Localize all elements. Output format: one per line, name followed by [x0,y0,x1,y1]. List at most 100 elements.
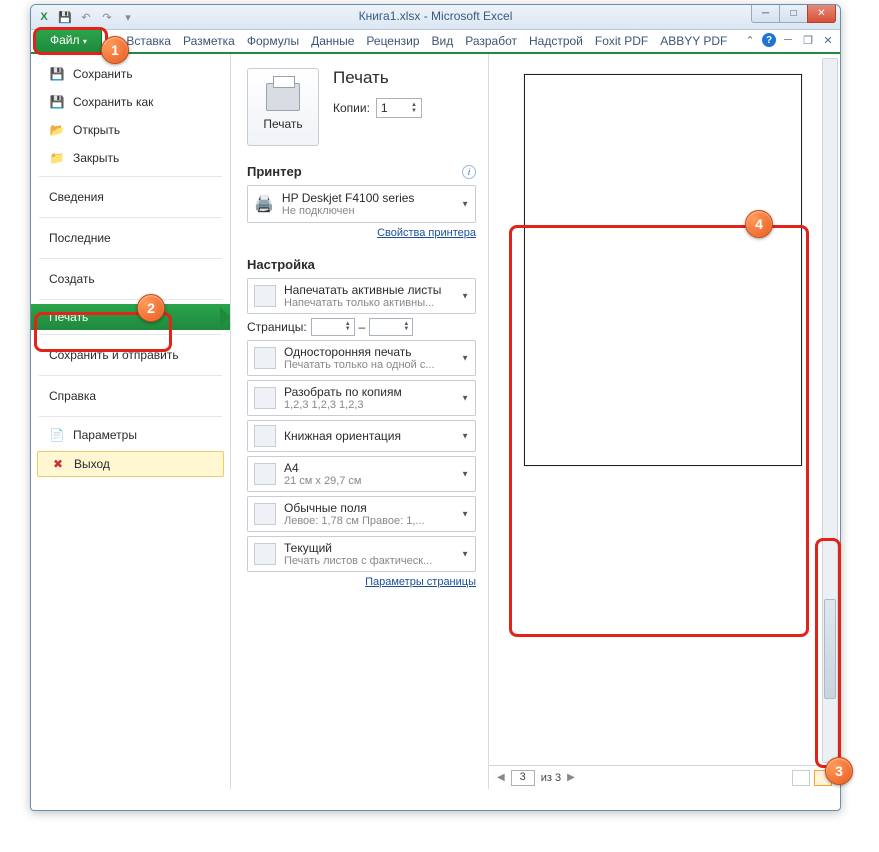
nav-close[interactable]: 📁Закрыть [31,144,230,172]
margins-icon [254,503,276,525]
info-icon[interactable]: i [462,165,476,179]
next-page-button[interactable]: ▶ [567,772,575,783]
page-setup-link[interactable]: Параметры страницы [247,576,476,588]
options-icon: 📄 [49,427,65,443]
pages-range: Страницы: ▲▼ – ▲▼ [247,318,476,336]
page-single-icon [254,347,276,369]
folder-open-icon: 📂 [49,122,65,138]
pages-label: Страницы: [247,320,307,334]
doc-close-icon[interactable]: ✕ [820,32,836,48]
qat-more-icon[interactable]: ▾ [119,8,137,26]
vertical-scrollbar[interactable] [822,58,838,763]
app-window: X 💾 ↶ ↷ ▾ Книга1.xlsx - Microsoft Excel … [30,4,841,811]
collate-icon [254,387,276,409]
chevron-down-icon: ▼ [461,470,469,479]
ribbon-tabs: Файл ▾ я Вставка Разметка Формулы Данные… [31,30,840,54]
setting-margins[interactable]: Обычные поляЛевое: 1,78 см Правое: 1,...… [247,496,476,532]
save-icon[interactable]: 💾 [56,8,74,26]
redo-icon[interactable]: ↷ [98,8,116,26]
close-button[interactable]: ✕ [807,5,836,23]
print-heading: Печать [333,68,422,88]
nav-open[interactable]: 📂Открыть [31,116,230,144]
chevron-down-icon: ▼ [461,550,469,559]
show-margins-button[interactable] [792,770,810,786]
page-total-label: из 3 [541,772,561,784]
nav-options[interactable]: 📄Параметры [31,421,230,449]
print-settings-column: Печать Печать Копии: 1 ▲▼ Принтер i [231,54,489,789]
setting-scaling[interactable]: ТекущийПечать листов с фактическ... ▼ [247,536,476,572]
preview-status-bar: ◀ 3 из 3 ▶ [489,765,840,789]
pages-to-input[interactable]: ▲▼ [369,318,413,336]
tab-developer[interactable]: Разработ [459,30,523,52]
chevron-down-icon: ▼ [461,432,469,441]
nav-print[interactable]: Печать [31,304,230,330]
nav-save-as[interactable]: 💾Сохранить как [31,88,230,116]
folder-close-icon: 📁 [49,150,65,166]
pages-from-input[interactable]: ▲▼ [311,318,355,336]
excel-icon: X [35,8,53,26]
prev-page-button[interactable]: ◀ [497,772,505,783]
tab-data[interactable]: Данные [305,30,360,52]
copies-spinner[interactable]: 1 ▲▼ [376,98,422,118]
window-buttons: ─ □ ✕ [752,5,836,23]
doc-minimize-icon[interactable]: ─ [780,32,796,48]
nav-send-share[interactable]: Сохранить и отправить [31,339,230,371]
nav-info[interactable]: Сведения [31,181,230,213]
ribbon-minimize-icon[interactable]: ⌃ [742,32,758,48]
pages-dash: – [359,320,366,334]
tab-formulas[interactable]: Формулы [241,30,305,52]
save-icon: 💾 [49,66,65,82]
file-tab[interactable]: Файл ▾ [35,29,102,52]
print-preview: ◀ 3 из 3 ▶ [489,54,840,789]
spinner-arrows-icon[interactable]: ▲▼ [411,102,417,114]
tab-layout[interactable]: Разметка [177,30,241,52]
printer-name: HP Deskjet F4100 series [282,191,415,205]
print-button-label: Печать [263,117,302,131]
nav-new[interactable]: Создать [31,263,230,295]
chevron-down-icon: ▼ [461,510,469,519]
filename: Книга1.xlsx [359,9,421,23]
printer-properties-link[interactable]: Свойства принтера [247,227,476,239]
settings-section-head: Настройка [247,257,315,272]
callout-bubble-1: 1 [101,36,129,64]
nav-save[interactable]: 💾Сохранить [31,60,230,88]
maximize-button[interactable]: □ [779,5,808,23]
setting-print-what[interactable]: Напечатать активные листыНапечатать толь… [247,278,476,314]
chevron-down-icon: ▼ [461,200,469,209]
help-icon[interactable]: ? [762,33,776,47]
saveas-icon: 💾 [49,94,65,110]
printer-section-head: Принтер [247,164,302,179]
paper-icon [254,463,276,485]
doc-restore-icon[interactable]: ❐ [800,32,816,48]
printer-icon [266,83,300,111]
nav-recent[interactable]: Последние [31,222,230,254]
backstage: 💾Сохранить 💾Сохранить как 📂Открыть 📁Закр… [31,54,840,789]
callout-bubble-2: 2 [137,294,165,322]
minimize-button[interactable]: ─ [751,5,780,23]
printer-dropdown[interactable]: 🖨️ HP Deskjet F4100 series Не подключен … [247,185,476,223]
print-button[interactable]: Печать [247,68,319,146]
sheets-icon [254,285,276,307]
setting-sides[interactable]: Односторонняя печатьПечатать только на о… [247,340,476,376]
setting-collate[interactable]: Разобрать по копиям1,2,3 1,2,3 1,2,3 ▼ [247,380,476,416]
backstage-nav: 💾Сохранить 💾Сохранить как 📂Открыть 📁Закр… [31,54,231,789]
scrollbar-thumb[interactable] [824,599,836,699]
tab-addins[interactable]: Надстрой [523,30,589,52]
callout-bubble-3: 3 [825,757,853,785]
window-title: Книга1.xlsx - Microsoft Excel [359,9,513,23]
setting-orientation[interactable]: Книжная ориентация ▼ [247,420,476,452]
page-number-input[interactable]: 3 [511,770,535,786]
nav-help[interactable]: Справка [31,380,230,412]
copies-label: Копии: [333,101,370,115]
tab-foxit[interactable]: Foxit PDF [589,30,654,52]
setting-paper-size[interactable]: A421 см x 29,7 см ▼ [247,456,476,492]
undo-icon[interactable]: ↶ [77,8,95,26]
chevron-down-icon: ▼ [461,354,469,363]
nav-exit[interactable]: ✖Выход [37,451,224,477]
tab-abbyy[interactable]: ABBYY PDF [654,30,733,52]
scaling-icon [254,543,276,565]
preview-page [524,74,802,466]
tab-view[interactable]: Вид [426,30,460,52]
tab-review[interactable]: Рецензир [360,30,425,52]
orientation-icon [254,425,276,447]
